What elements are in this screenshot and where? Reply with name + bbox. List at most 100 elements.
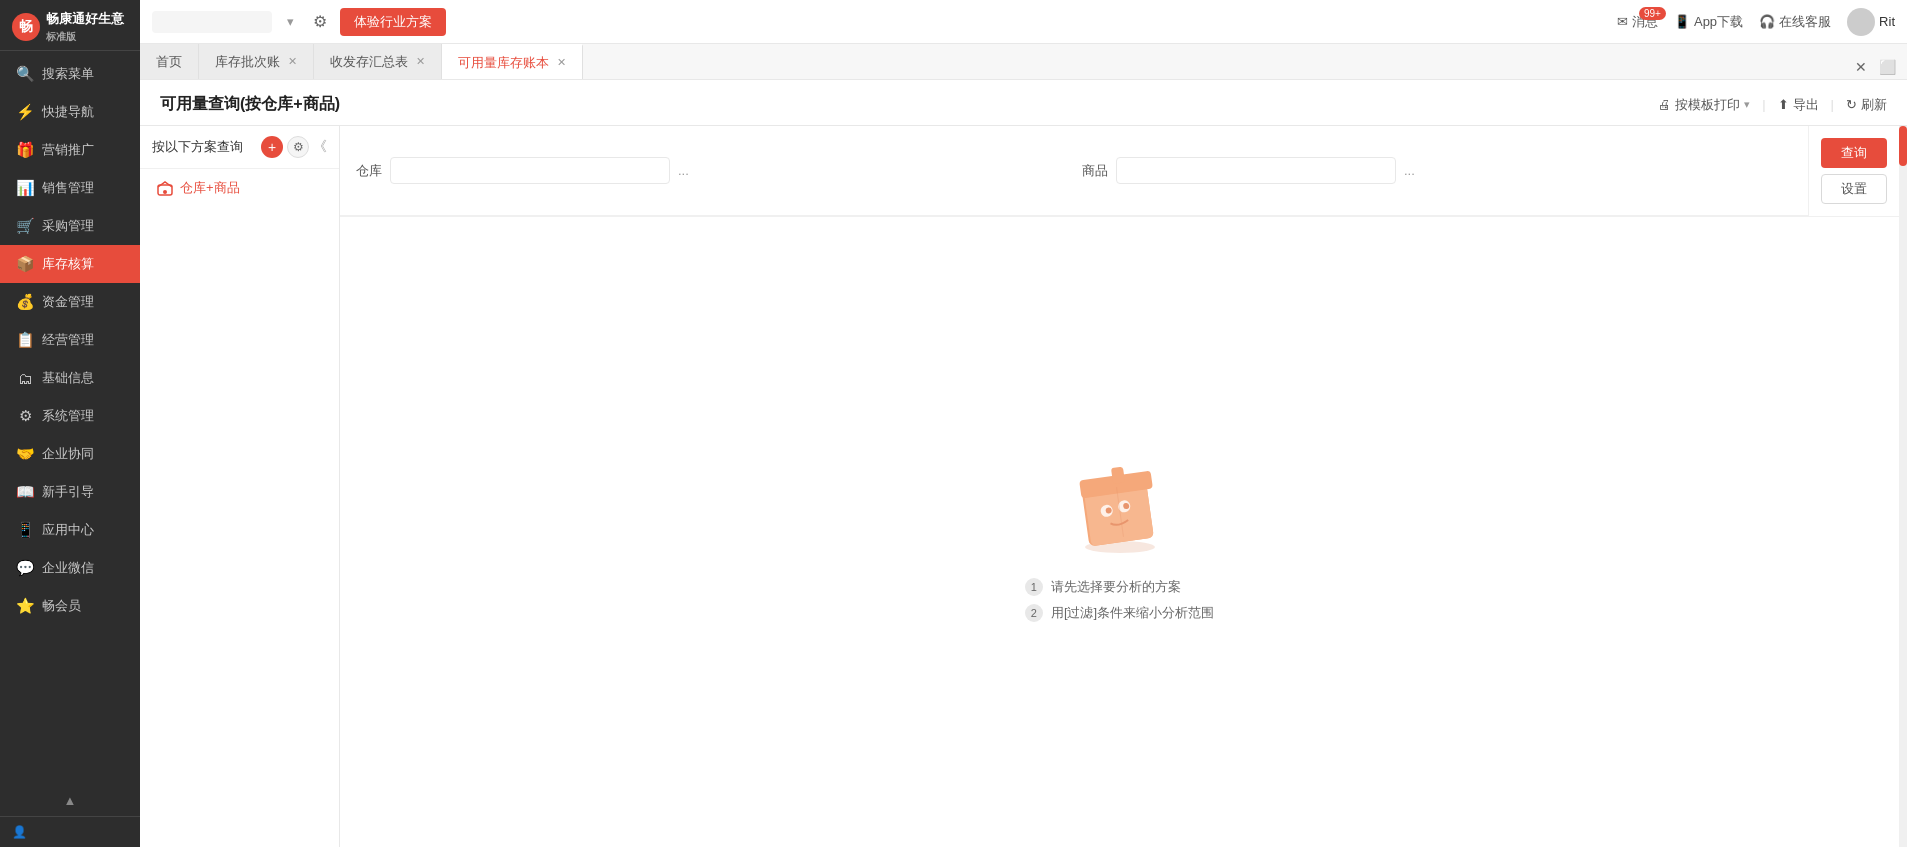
query-filters: 仓库 ... 商品 ...	[340, 126, 1808, 216]
sidebar-item-enterprise-coop[interactable]: 🤝 企业协同	[0, 435, 140, 473]
main-area: ▾ ⚙ 体验行业方案 ✉ 消息 99+ 📱 App下载 🎧 在线客服	[140, 0, 1907, 847]
window-close-btn[interactable]: ✕	[1849, 55, 1873, 79]
sidebar-item-system[interactable]: ⚙ 系统管理	[0, 397, 140, 435]
tab-home-label: 首页	[156, 53, 182, 71]
sidebar-item-sales[interactable]: 📊 销售管理	[0, 169, 140, 207]
topbar: ▾ ⚙ 体验行业方案 ✉ 消息 99+ 📱 App下载 🎧 在线客服	[140, 0, 1907, 44]
tab-available-ledger-label: 可用量库存账本	[458, 54, 549, 72]
sidebar-header: 畅 畅康通好生意 标准版	[0, 0, 140, 51]
empty-illustration	[1060, 442, 1180, 562]
sidebar-item-quick-nav[interactable]: ⚡ 快捷导航	[0, 93, 140, 131]
sidebar-item-basic-info[interactable]: 🗂 基础信息	[0, 359, 140, 397]
export-button[interactable]: ⬆ 导出	[1778, 96, 1819, 114]
quick-nav-icon: ⚡	[16, 103, 34, 121]
svg-rect-6	[1110, 467, 1124, 485]
sidebar-item-search-menu[interactable]: 🔍 搜索菜单	[0, 55, 140, 93]
query-actions: 查询 设置	[1808, 126, 1899, 216]
empty-state: 1 请先选择要分析的方案 2 用[过滤]条件来缩小分析范围	[340, 217, 1899, 847]
sidebar-item-label: 销售管理	[42, 179, 94, 197]
query-panel: 仓库 ... 商品 ... 查询 设置	[340, 126, 1899, 847]
topbar-search-box[interactable]	[152, 11, 272, 33]
sidebar-item-label: 资金管理	[42, 293, 94, 311]
empty-tip-1: 1 请先选择要分析的方案	[1025, 578, 1214, 596]
tip-text-2: 用[过滤]条件来缩小分析范围	[1051, 604, 1214, 622]
warehouse-filter-more[interactable]: ...	[678, 163, 689, 178]
search-input[interactable]	[160, 15, 260, 29]
sidebar-item-vip-members[interactable]: ⭐ 畅会员	[0, 587, 140, 625]
sidebar-item-marketing[interactable]: 🎁 营销推广	[0, 131, 140, 169]
sidebar-item-label: 采购管理	[42, 217, 94, 235]
print-button[interactable]: 🖨 按模板打印 ▾	[1658, 96, 1750, 114]
app-download-action[interactable]: 📱 App下载	[1674, 13, 1743, 31]
tab-collection-summary[interactable]: 收发存汇总表 ✕	[314, 44, 442, 79]
sidebar-item-app-center[interactable]: 📱 应用中心	[0, 511, 140, 549]
sidebar-item-funds[interactable]: 💰 资金管理	[0, 283, 140, 321]
settings-button[interactable]: 设置	[1821, 174, 1887, 204]
enterprise-coop-icon: 🤝	[16, 445, 34, 463]
tab-collection-summary-close[interactable]: ✕	[416, 55, 425, 68]
tip-text-1: 请先选择要分析的方案	[1051, 578, 1181, 596]
sidebar-item-inventory[interactable]: 📦 库存核算	[0, 245, 140, 283]
user-avatar[interactable]: Rit	[1847, 8, 1895, 36]
message-action[interactable]: ✉ 消息 99+	[1617, 13, 1658, 31]
sidebar-item-label: 应用中心	[42, 521, 94, 539]
tab-available-ledger-close[interactable]: ✕	[557, 56, 566, 69]
sidebar-scroll-up[interactable]: ▲	[0, 785, 140, 816]
topbar-actions: ✉ 消息 99+ 📱 App下载 🎧 在线客服 Rit	[1617, 8, 1895, 36]
app-name: 畅康通好生意	[46, 10, 124, 28]
system-icon: ⚙	[16, 407, 34, 425]
product-filter-input[interactable]	[1116, 157, 1396, 184]
sidebar-item-operations[interactable]: 📋 经营管理	[0, 321, 140, 359]
sidebar-item-label: 快捷导航	[42, 103, 94, 121]
scheme-add-button[interactable]: +	[261, 136, 283, 158]
scheme-item-warehouse-product[interactable]: 仓库+商品	[140, 169, 339, 207]
topbar-gear-icon[interactable]: ⚙	[308, 10, 332, 34]
product-filter-group: 商品 ...	[1082, 157, 1792, 184]
scheme-panel-actions: + ⚙ 《	[261, 136, 327, 158]
refresh-button[interactable]: ↻ 刷新	[1846, 96, 1887, 114]
vip-icon: ⭐	[16, 597, 34, 615]
tab-available-ledger[interactable]: 可用量库存账本 ✕	[442, 44, 583, 79]
scheme-collapse-button[interactable]: 《	[313, 138, 327, 156]
username-label: Rit	[1879, 14, 1895, 29]
app-logo: 畅 畅康通好生意 标准版	[12, 10, 128, 44]
query-button[interactable]: 查询	[1821, 138, 1887, 168]
warehouse-filter-input[interactable]	[390, 157, 670, 184]
tip-num-1: 1	[1025, 578, 1043, 596]
online-service-action[interactable]: 🎧 在线客服	[1759, 13, 1831, 31]
app-center-icon: 📱	[16, 521, 34, 539]
sidebar-footer[interactable]: 👤	[0, 816, 140, 847]
sidebar-item-label: 新手引导	[42, 483, 94, 501]
topbar-dropdown-icon[interactable]: ▾	[280, 12, 300, 32]
scrollbar-thumb[interactable]	[1899, 126, 1907, 166]
message-badge: 99+	[1639, 7, 1666, 20]
export-icon: ⬆	[1778, 97, 1789, 112]
sidebar-item-label: 企业微信	[42, 559, 94, 577]
tabbar-window-buttons: ✕ ⬜	[1841, 55, 1907, 79]
product-filter-more[interactable]: ...	[1404, 163, 1415, 178]
right-scrollbar[interactable]	[1899, 126, 1907, 847]
search-menu-icon: 🔍	[16, 65, 34, 83]
tab-batch-accounts[interactable]: 库存批次账 ✕	[199, 44, 314, 79]
sidebar-item-enterprise-wechat[interactable]: 💬 企业微信	[0, 549, 140, 587]
scheme-edit-button[interactable]: ⚙	[287, 136, 309, 158]
tab-home[interactable]: 首页	[140, 44, 199, 79]
window-maximize-btn[interactable]: ⬜	[1875, 55, 1899, 79]
sidebar-item-purchase[interactable]: 🛒 采购管理	[0, 207, 140, 245]
tab-batch-accounts-label: 库存批次账	[215, 53, 280, 71]
print-dropdown-icon[interactable]: ▾	[1744, 98, 1750, 111]
inventory-icon: 📦	[16, 255, 34, 273]
app-download-label: App下载	[1694, 13, 1743, 31]
sidebar-item-label: 经营管理	[42, 331, 94, 349]
print-icon: 🖨	[1658, 97, 1671, 112]
trial-button[interactable]: 体验行业方案	[340, 8, 446, 36]
warehouse-filter-label: 仓库	[356, 162, 382, 180]
page-header-actions: 🖨 按模板打印 ▾ | ⬆ 导出 | ↻ 刷新	[1658, 96, 1887, 114]
basic-info-icon: 🗂	[16, 369, 34, 387]
warehouse-filter-group: 仓库 ...	[356, 157, 1066, 184]
app-download-icon: 📱	[1674, 14, 1690, 29]
refresh-icon: ↻	[1846, 97, 1857, 112]
sidebar-item-new-guide[interactable]: 📖 新手引导	[0, 473, 140, 511]
tab-batch-accounts-close[interactable]: ✕	[288, 55, 297, 68]
export-label: 导出	[1793, 96, 1819, 114]
